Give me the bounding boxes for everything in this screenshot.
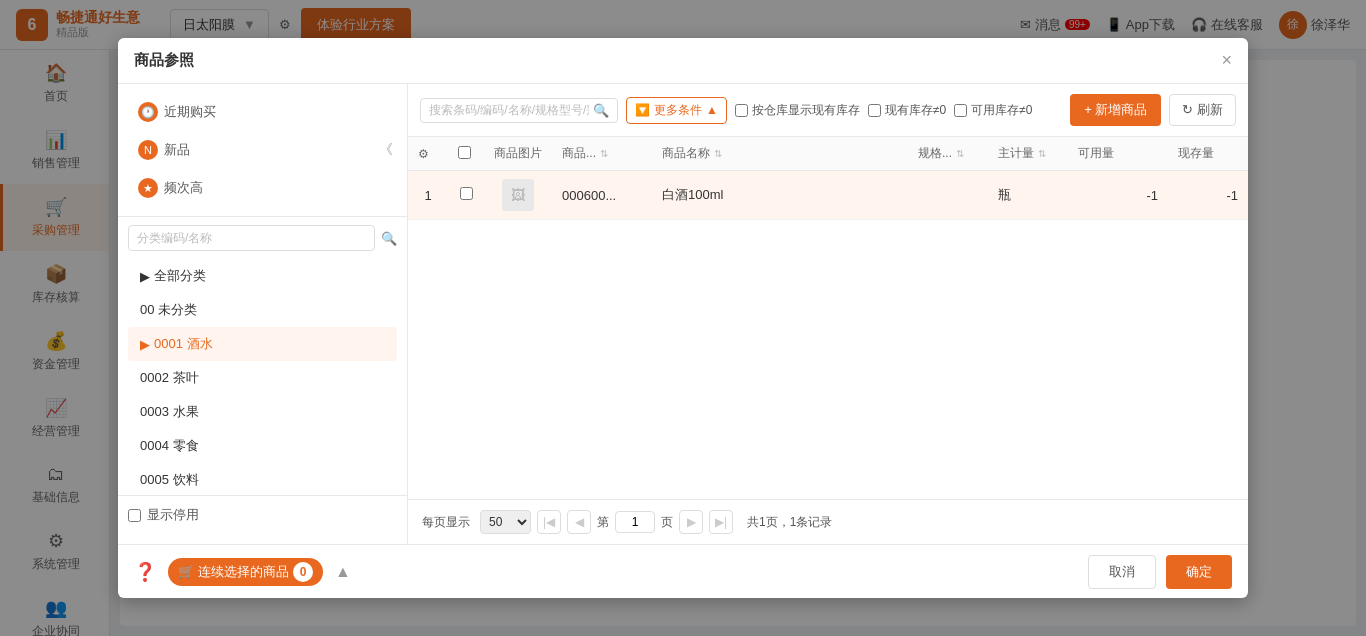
- modal-toolbar: 🔍 🔽 更多条件 ▲ 按仓库显示现有库存 现有库存≠0 可用库存≠: [408, 84, 1248, 137]
- filter-icon: 🔽: [635, 103, 650, 117]
- cart-count-badge: 0: [293, 562, 313, 582]
- cell-seq: 1: [408, 171, 448, 220]
- th-code: 商品... ⇅: [552, 137, 652, 171]
- available-stock-option[interactable]: 可用库存≠0: [954, 102, 1032, 119]
- row-checkbox[interactable]: [460, 187, 473, 200]
- show-disabled-input[interactable]: [128, 509, 141, 522]
- product-table-wrap: ⚙ 商品图片 商品... ⇅: [408, 137, 1248, 499]
- toolbar-right: + 新增商品 ↻ 刷新: [1070, 94, 1236, 126]
- category-search: 🔍: [118, 217, 407, 259]
- cell-name: 白酒100ml: [652, 171, 908, 220]
- expand-icon-spirits: ▶: [140, 337, 150, 352]
- product-search-icon[interactable]: 🔍: [593, 103, 609, 118]
- pagination: 每页显示 50 20 100 |◀ ◀ 第 页 ▶ ▶| 共1页，1条记录: [408, 499, 1248, 544]
- last-page-button[interactable]: ▶|: [709, 510, 733, 534]
- name-sort-icon[interactable]: ⇅: [714, 148, 722, 159]
- cart-icon: 🛒: [178, 564, 194, 579]
- cell-available: -1: [1068, 171, 1168, 220]
- refresh-button[interactable]: ↻ 刷新: [1169, 94, 1236, 126]
- table-header: ⚙ 商品图片 商品... ⇅: [408, 137, 1248, 171]
- cell-stock: -1: [1168, 171, 1248, 220]
- page-size-select[interactable]: 50 20 100: [480, 510, 531, 534]
- expand-icon: ▶: [140, 269, 150, 284]
- table-row[interactable]: 1 🖼 000600... 白酒100ml 瓶 -1: [408, 171, 1248, 220]
- current-stock-checkbox[interactable]: [868, 104, 881, 117]
- modal-close-button[interactable]: ×: [1221, 50, 1232, 71]
- modal-footer: ❓ 🛒 连续选择的商品 0 ▲ 取消 确定: [118, 544, 1248, 598]
- recent-icon: 🕐: [138, 102, 158, 122]
- show-disabled-checkbox[interactable]: 显示停用: [118, 495, 407, 534]
- table-header-row: ⚙ 商品图片 商品... ⇅: [408, 137, 1248, 171]
- th-unit: 主计量 ⇅: [988, 137, 1068, 171]
- cell-image: 🖼: [484, 171, 552, 220]
- product-table: ⚙ 商品图片 商品... ⇅: [408, 137, 1248, 220]
- cancel-button[interactable]: 取消: [1088, 555, 1156, 589]
- category-list: ▶ 全部分类 00 未分类 ▶ 0001 酒水 0002 茶叶 0003 水果: [118, 259, 407, 495]
- category-item-spirits[interactable]: ▶ 0001 酒水: [128, 327, 397, 361]
- collapse-footer-icon[interactable]: ▲: [335, 563, 351, 581]
- cell-spec: [908, 171, 988, 220]
- filter-arrow-icon: ▲: [706, 103, 718, 117]
- page-label: 第: [597, 514, 609, 531]
- category-item-all[interactable]: ▶ 全部分类: [128, 259, 397, 293]
- product-thumbnail: 🖼: [502, 179, 534, 211]
- product-reference-modal: 商品参照 × 🕐 近期购买 N 新品: [118, 38, 1248, 598]
- product-search-input[interactable]: [429, 103, 589, 117]
- confirm-button[interactable]: 确定: [1166, 555, 1232, 589]
- code-sort-icon[interactable]: ⇅: [600, 148, 608, 159]
- tab-new-products[interactable]: N 新品: [128, 132, 375, 168]
- th-image: 商品图片: [484, 137, 552, 171]
- page-number-input[interactable]: [615, 511, 655, 533]
- th-available: 可用量: [1068, 137, 1168, 171]
- th-check: [448, 137, 484, 171]
- settings-icon[interactable]: ⚙: [418, 147, 429, 161]
- table-body: 1 🖼 000600... 白酒100ml 瓶 -1: [408, 171, 1248, 220]
- spec-sort-icon[interactable]: ⇅: [956, 148, 964, 159]
- modal-title: 商品参照: [134, 51, 1221, 70]
- warehouse-stock-checkbox[interactable]: [735, 104, 748, 117]
- modal-right: 🔍 🔽 更多条件 ▲ 按仓库显示现有库存 现有库存≠0 可用库存≠: [408, 84, 1248, 544]
- unit-sort-icon[interactable]: ⇅: [1038, 148, 1046, 159]
- cell-check: [448, 171, 484, 220]
- product-search-wrap: 🔍: [420, 98, 618, 123]
- footer-actions: 取消 确定: [1088, 555, 1232, 589]
- th-name: 商品名称 ⇅: [652, 137, 908, 171]
- category-item-uncategorized[interactable]: 00 未分类: [128, 293, 397, 327]
- category-item-fruit[interactable]: 0003 水果: [128, 395, 397, 429]
- warehouse-stock-option[interactable]: 按仓库显示现有库存: [735, 102, 860, 119]
- category-search-input[interactable]: [128, 225, 375, 251]
- available-stock-checkbox[interactable]: [954, 104, 967, 117]
- th-spec: 规格... ⇅: [908, 137, 988, 171]
- new-icon: N: [138, 140, 158, 160]
- more-filters-button[interactable]: 🔽 更多条件 ▲: [626, 97, 727, 124]
- th-settings: ⚙: [408, 137, 448, 171]
- page-label-2: 页: [661, 514, 673, 531]
- th-stock: 现存量: [1168, 137, 1248, 171]
- modal-body: 🕐 近期购买 N 新品 ★ 频次高 《: [118, 84, 1248, 544]
- tab-high-frequency[interactable]: ★ 频次高: [128, 170, 375, 206]
- tab-recent-purchase[interactable]: 🕐 近期购买: [128, 94, 375, 130]
- category-item-tea[interactable]: 0002 茶叶: [128, 361, 397, 395]
- category-search-icon[interactable]: 🔍: [381, 231, 397, 246]
- first-page-button[interactable]: |◀: [537, 510, 561, 534]
- help-icon[interactable]: ❓: [134, 561, 156, 583]
- frequency-icon: ★: [138, 178, 158, 198]
- select-all-checkbox[interactable]: [458, 146, 471, 159]
- modal-header: 商品参照 ×: [118, 38, 1248, 84]
- current-stock-option[interactable]: 现有库存≠0: [868, 102, 946, 119]
- next-page-button[interactable]: ▶: [679, 510, 703, 534]
- modal-sidebar: 🕐 近期购买 N 新品 ★ 频次高 《: [118, 84, 408, 544]
- category-item-snacks[interactable]: 0004 零食: [128, 429, 397, 463]
- category-item-drinks[interactable]: 0005 饮料: [128, 463, 397, 495]
- sidebar-collapse-button[interactable]: 《: [375, 137, 397, 163]
- prev-page-button[interactable]: ◀: [567, 510, 591, 534]
- cart-button[interactable]: 🛒 连续选择的商品 0: [168, 558, 323, 586]
- add-product-button[interactable]: + 新增商品: [1070, 94, 1161, 126]
- sidebar-tabs: 🕐 近期购买 N 新品 ★ 频次高 《: [118, 94, 407, 217]
- cell-code: 000600...: [552, 171, 652, 220]
- cell-unit: 瓶: [988, 171, 1068, 220]
